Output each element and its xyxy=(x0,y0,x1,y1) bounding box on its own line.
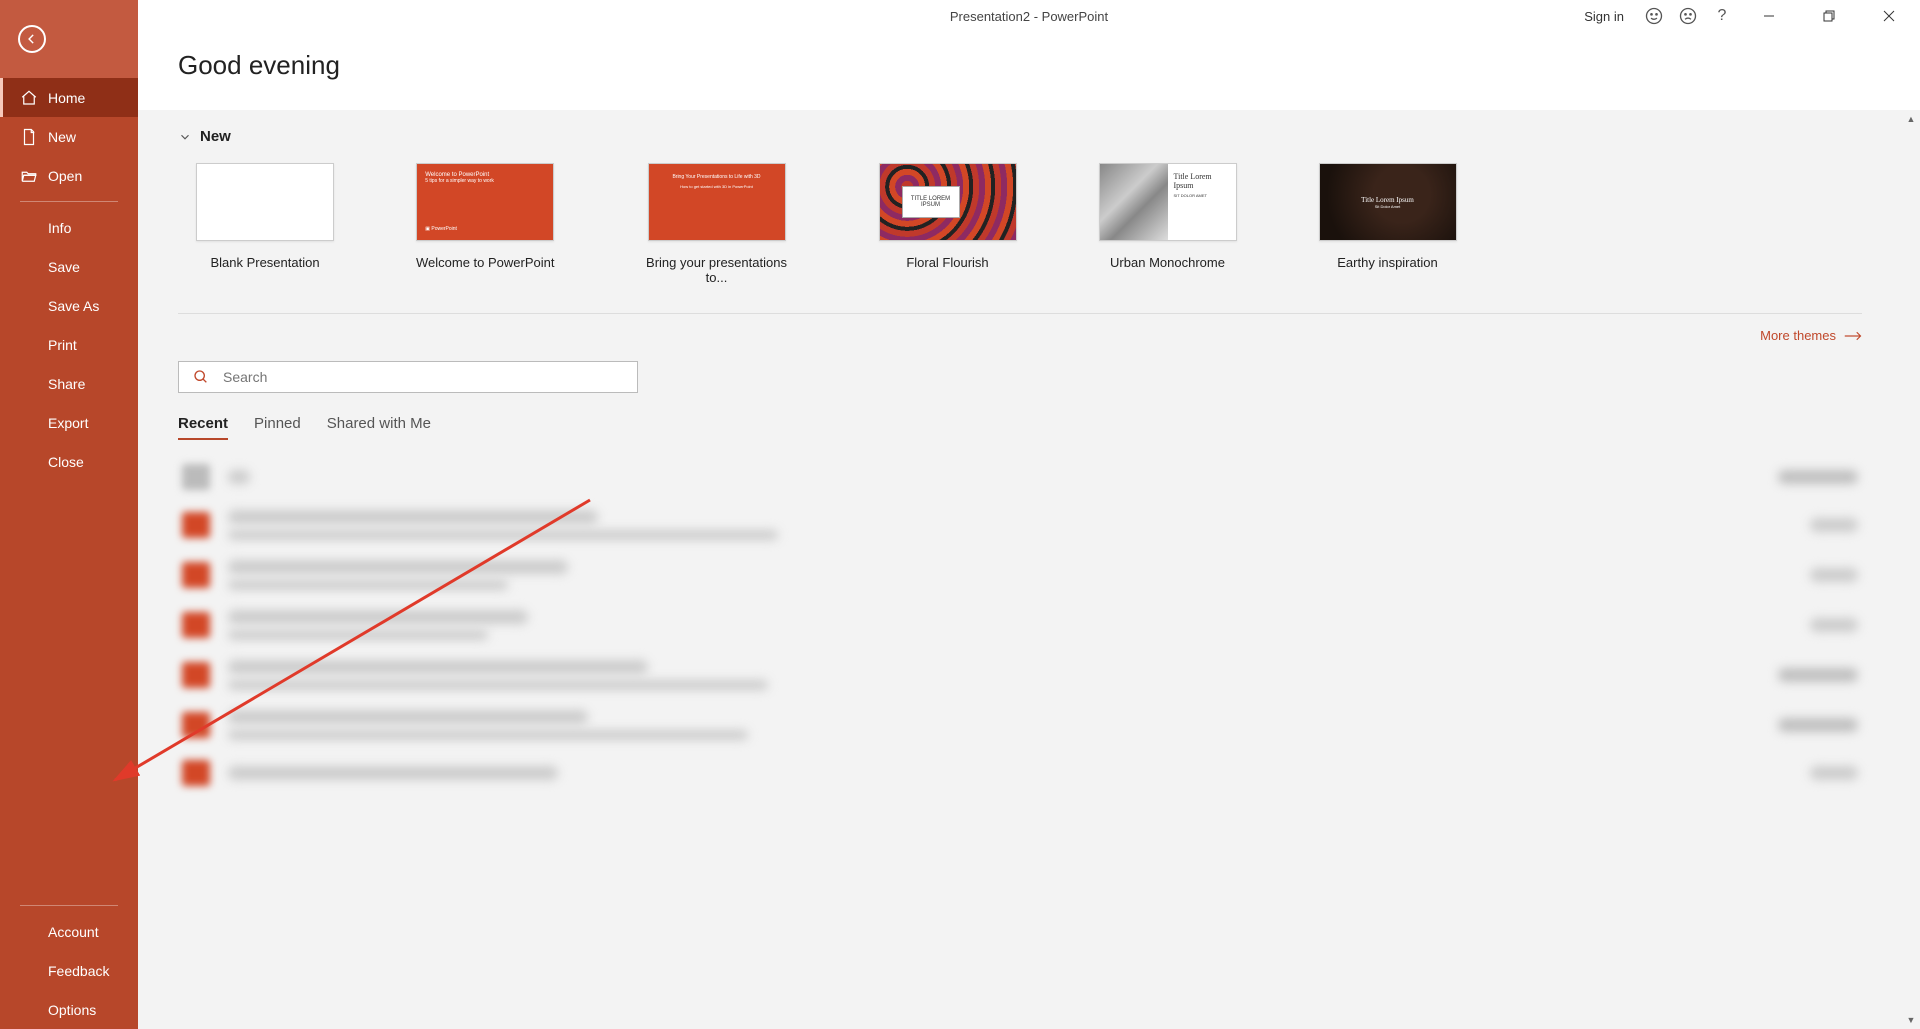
scroll-down-icon[interactable]: ▼ xyxy=(1902,1011,1920,1029)
more-themes-link[interactable]: More themes xyxy=(178,328,1862,343)
title-bar-right: Sign in ? xyxy=(1578,0,1920,32)
sidebar-item-share[interactable]: Share xyxy=(0,364,138,403)
template-thumb: Bring Your Presentations to Life with 3D… xyxy=(648,163,786,241)
main-content: Good evening New Blank Presentation Welc… xyxy=(138,32,1920,1029)
greeting-heading: Good evening xyxy=(138,32,1920,99)
recent-tabs: Recent Pinned Shared with Me xyxy=(178,415,1862,440)
sidebar-label-new: New xyxy=(48,129,76,145)
restore-button[interactable] xyxy=(1806,0,1852,32)
divider xyxy=(178,313,1862,314)
sidebar-item-open[interactable]: Open xyxy=(0,156,138,195)
sidebar-item-account[interactable]: Account xyxy=(0,912,138,951)
sidebar-item-new[interactable]: New xyxy=(0,117,138,156)
back-arrow-icon xyxy=(18,25,46,53)
scroll-up-icon[interactable]: ▲ xyxy=(1902,110,1920,128)
sidebar-item-info[interactable]: Info xyxy=(0,208,138,247)
sidebar-separator xyxy=(20,201,118,202)
sidebar-item-options[interactable]: Options xyxy=(0,990,138,1029)
sidebar-item-feedback[interactable]: Feedback xyxy=(0,951,138,990)
face-smile-icon[interactable] xyxy=(1644,6,1664,26)
sidebar-item-save-as[interactable]: Save As xyxy=(0,286,138,325)
section-new-header[interactable]: New xyxy=(178,128,1862,145)
sidebar-item-close[interactable]: Close xyxy=(0,442,138,481)
template-row: Blank Presentation Welcome to PowerPoint… xyxy=(178,163,1862,285)
sidebar-label-home: Home xyxy=(48,90,85,106)
back-button[interactable] xyxy=(0,0,138,78)
template-thumb: Welcome to PowerPoint5 tips for a simple… xyxy=(416,163,554,241)
list-item[interactable] xyxy=(178,600,1862,650)
template-thumb: Title Lorem IpsumSit Dolor Amet xyxy=(1319,163,1457,241)
template-monochrome[interactable]: Title Lorem IpsumSIT DOLOR AMET Urban Mo… xyxy=(1099,163,1237,285)
new-doc-icon xyxy=(20,128,38,146)
sidebar-label-open: Open xyxy=(48,168,82,184)
list-item[interactable] xyxy=(178,550,1862,600)
content-area: New Blank Presentation Welcome to PowerP… xyxy=(138,110,1902,1029)
tab-recent[interactable]: Recent xyxy=(178,415,228,440)
tab-shared[interactable]: Shared with Me xyxy=(327,415,431,440)
backstage-sidebar: Home New Open Info Save Save As Print Sh… xyxy=(0,0,138,1029)
sidebar-item-export[interactable]: Export xyxy=(0,403,138,442)
recent-header-row xyxy=(178,454,1862,500)
template-earthy[interactable]: Title Lorem IpsumSit Dolor Amet Earthy i… xyxy=(1319,163,1457,285)
vertical-scrollbar[interactable]: ▲ ▼ xyxy=(1902,110,1920,1029)
list-item[interactable] xyxy=(178,700,1862,750)
list-item[interactable] xyxy=(178,500,1862,550)
tab-pinned[interactable]: Pinned xyxy=(254,415,301,440)
chevron-down-icon xyxy=(178,130,192,144)
template-blank[interactable]: Blank Presentation xyxy=(196,163,334,285)
template-welcome[interactable]: Welcome to PowerPoint5 tips for a simple… xyxy=(416,163,555,285)
home-icon xyxy=(20,89,38,107)
template-floral[interactable]: TITLE LOREM IPSUM Floral Flourish xyxy=(879,163,1017,285)
list-item[interactable] xyxy=(178,750,1862,796)
search-input[interactable] xyxy=(223,369,623,385)
template-3d[interactable]: Bring Your Presentations to Life with 3D… xyxy=(637,163,797,285)
search-box[interactable] xyxy=(178,361,638,393)
template-thumb xyxy=(196,163,334,241)
folder-open-icon xyxy=(20,167,38,185)
sign-in-link[interactable]: Sign in xyxy=(1578,5,1630,28)
minimize-button[interactable] xyxy=(1746,0,1792,32)
title-bar: Presentation2 - PowerPoint Sign in ? xyxy=(138,0,1920,32)
search-icon xyxy=(193,369,209,385)
recent-list xyxy=(178,454,1862,796)
face-frown-icon[interactable] xyxy=(1678,6,1698,26)
sidebar-item-print[interactable]: Print xyxy=(0,325,138,364)
help-icon[interactable]: ? xyxy=(1712,6,1732,26)
sidebar-item-save[interactable]: Save xyxy=(0,247,138,286)
sidebar-separator xyxy=(20,905,118,906)
template-thumb: TITLE LOREM IPSUM xyxy=(879,163,1017,241)
list-item[interactable] xyxy=(178,650,1862,700)
arrow-right-icon xyxy=(1844,330,1862,342)
sidebar-item-home[interactable]: Home xyxy=(0,78,138,117)
window-title: Presentation2 - PowerPoint xyxy=(950,9,1108,24)
close-button[interactable] xyxy=(1866,0,1912,32)
template-thumb: Title Lorem IpsumSIT DOLOR AMET xyxy=(1099,163,1237,241)
